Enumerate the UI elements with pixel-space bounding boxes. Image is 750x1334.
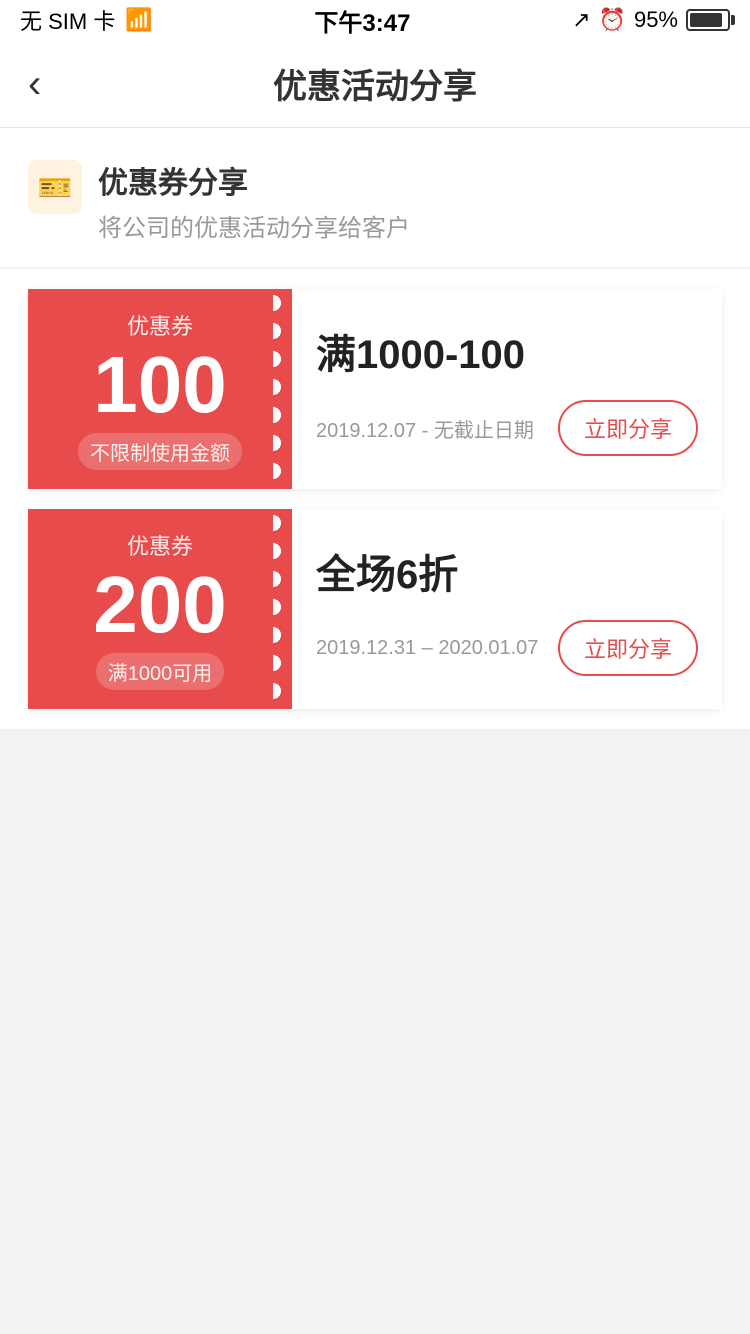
section-icon: 🎫 [28, 160, 82, 214]
status-time: 下午3:47 [314, 3, 410, 38]
coupon-title-2: 全场6折 [316, 542, 698, 600]
section-subtitle: 将公司的优惠活动分享给客户 [98, 208, 410, 243]
coupon-left-1: 优惠券 100 不限制使用金额 [28, 289, 292, 489]
share-button-1[interactable]: 立即分享 [558, 400, 698, 456]
status-bar: 无 SIM 卡 📶 下午3:47 ↗ ⏰ 95% [0, 0, 750, 40]
coupon-date-2: 2019.12.31 – 2020.01.07 [316, 637, 538, 660]
coupon-right-2: 全场6折 2019.12.31 – 2020.01.07 立即分享 [292, 509, 722, 709]
share-button-2[interactable]: 立即分享 [558, 620, 698, 676]
page-title: 优惠活动分享 [273, 59, 477, 108]
section-header: 🎫 优惠券分享 将公司的优惠活动分享给客户 [0, 128, 750, 267]
coupon-label-1: 优惠券 [127, 309, 193, 341]
section-text: 优惠券分享 将公司的优惠活动分享给客户 [98, 158, 410, 243]
coupon-amount-1: 100 [93, 345, 226, 425]
coupons-area: 优惠券 100 不限制使用金额 满1000-100 2019.12.07 - 无… [0, 269, 750, 729]
coupon-title-1: 满1000-100 [316, 322, 698, 380]
location-icon: ↗ [572, 7, 590, 33]
bottom-space [0, 729, 750, 1329]
coupon-card-2: 优惠券 200 满1000可用 全场6折 2019.12.31 – 2020.0… [28, 509, 722, 709]
coupon-amount-2: 200 [93, 565, 226, 645]
status-left: 无 SIM 卡 📶 [20, 4, 153, 36]
back-button[interactable]: ‹ [28, 64, 41, 104]
alarm-icon: ⏰ [599, 7, 626, 33]
coupon-label-2: 优惠券 [127, 529, 193, 561]
coupon-left-2: 优惠券 200 满1000可用 [28, 509, 292, 709]
coupon-footer-1: 2019.12.07 - 无截止日期 立即分享 [316, 400, 698, 456]
nav-bar: ‹ 优惠活动分享 [0, 40, 750, 128]
coupon-right-1: 满1000-100 2019.12.07 - 无截止日期 立即分享 [292, 289, 722, 489]
wifi-icon: 📶 [125, 7, 152, 33]
status-right: ↗ ⏰ 95% [572, 7, 730, 33]
coupon-date-1: 2019.12.07 - 无截止日期 [316, 414, 534, 443]
coupon-card-1: 优惠券 100 不限制使用金额 满1000-100 2019.12.07 - 无… [28, 289, 722, 489]
section-title: 优惠券分享 [98, 158, 410, 202]
carrier-text: 无 SIM 卡 [20, 4, 115, 36]
battery-percent: 95% [634, 7, 678, 33]
battery-icon [686, 9, 730, 31]
coupon-footer-2: 2019.12.31 – 2020.01.07 立即分享 [316, 620, 698, 676]
coupon-condition-2: 满1000可用 [96, 653, 225, 690]
coupon-condition-1: 不限制使用金额 [78, 433, 242, 470]
